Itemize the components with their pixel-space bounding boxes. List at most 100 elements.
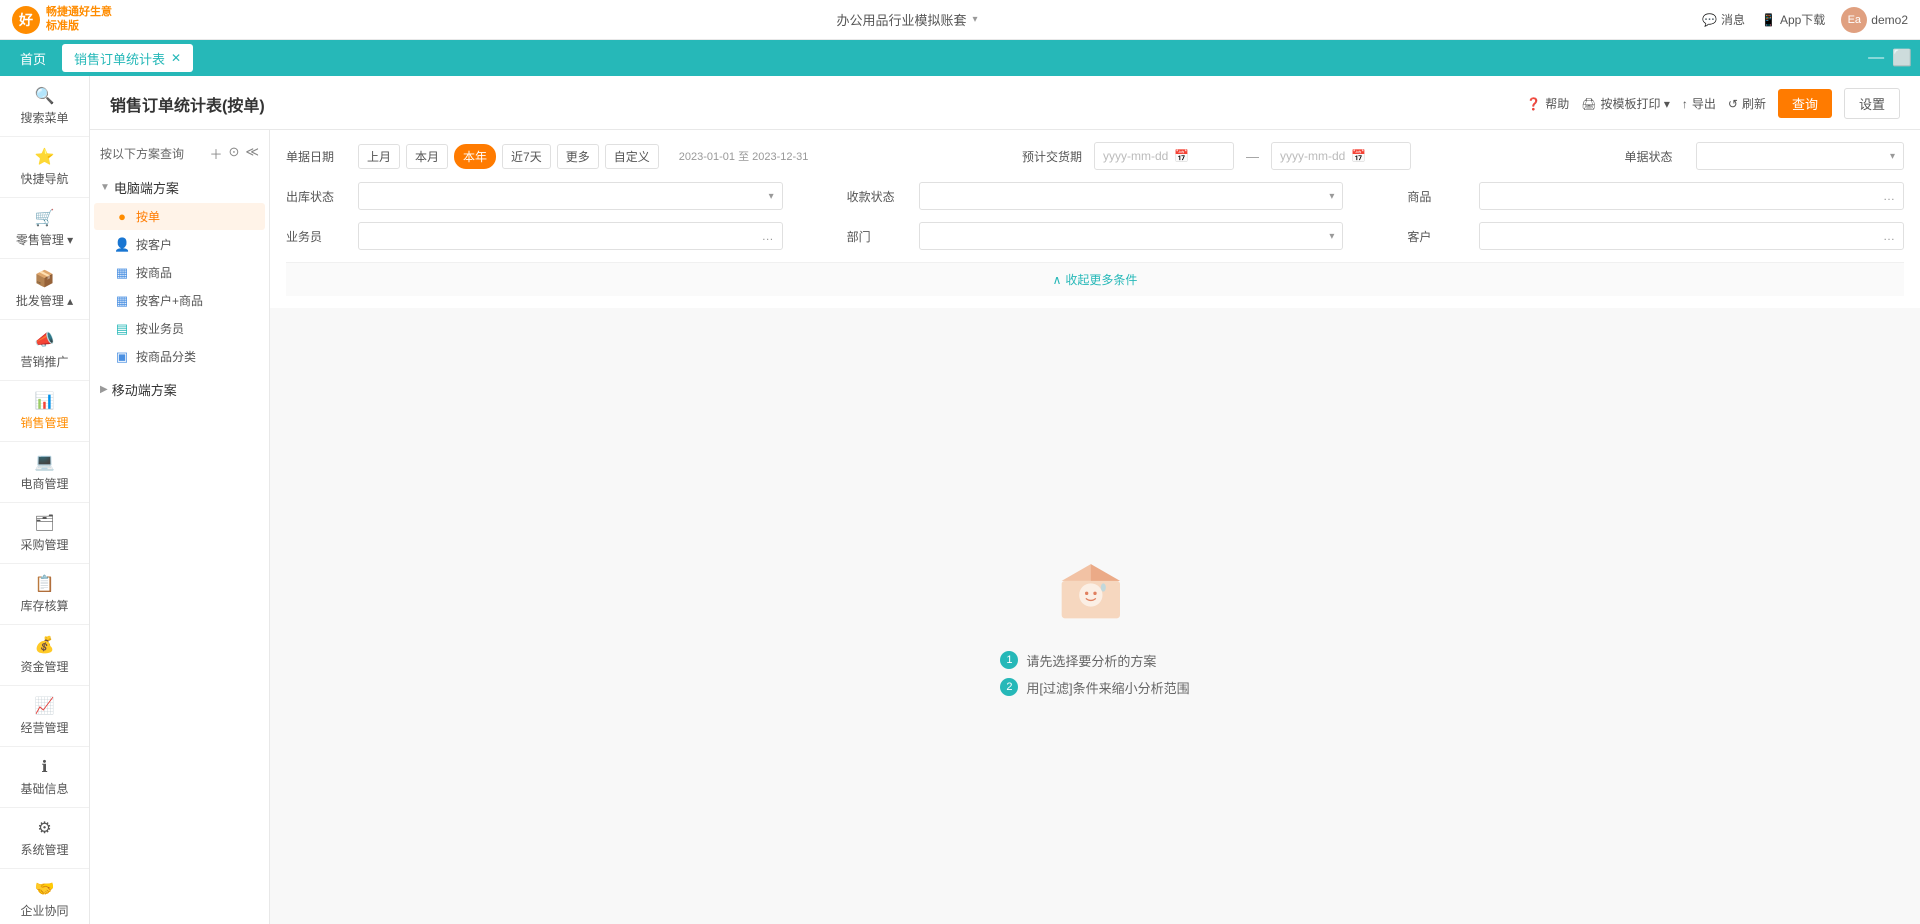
by-order-icon: ● (114, 209, 130, 224)
by-product-label: 按商品 (136, 264, 172, 281)
top-bar-right: 💬 消息 📱 App下载 Ea demo2 (1702, 7, 1908, 33)
salesperson-label: 业务员 (286, 228, 346, 245)
sidebar-item-basic-info[interactable]: ℹ 基础信息 (0, 747, 89, 808)
avatar: Ea (1841, 7, 1867, 33)
product-input[interactable]: … (1479, 182, 1904, 210)
lp-section-mobile-header[interactable]: ▶ 移动端方案 (90, 375, 269, 404)
sidebar-item-wholesale[interactable]: 📦 批发管理 ▴ (0, 259, 89, 320)
app-download-btn[interactable]: 📱 App下载 (1761, 11, 1825, 28)
sidebar-item-quick-nav[interactable]: ⭐ 快捷导航 (0, 137, 89, 198)
empty-state: 1 请先选择要分析的方案 2 用[过滤]条件来缩小分析范围 (270, 308, 1920, 924)
lp-item-by-customer-product[interactable]: ▦ 按客户+商品 (94, 287, 265, 314)
customer-input[interactable]: … (1479, 222, 1904, 250)
date-btn-more[interactable]: 更多 (557, 144, 599, 169)
sidebar-item-operations[interactable]: 📈 经营管理 (0, 686, 89, 747)
logo-area: 好 畅捷通好生意 标准版 (12, 6, 112, 34)
top-bar-center[interactable]: 办公用品行业模拟账套 ▾ (836, 10, 977, 29)
settings-btn[interactable]: 设置 (1844, 88, 1900, 119)
sidebar-item-finance[interactable]: 💰 资金管理 (0, 625, 89, 686)
query-btn[interactable]: 查询 (1778, 89, 1832, 118)
logo-text: 畅捷通好生意 标准版 (46, 6, 112, 32)
lp-item-by-order[interactable]: ● 按单 (94, 203, 265, 230)
message-btn[interactable]: 💬 消息 (1702, 11, 1745, 28)
lp-header: 按以下方案查询 ＋ ⊙ ≪ (90, 140, 269, 171)
tab-home-label: 首页 (20, 49, 46, 68)
shipment-select[interactable]: ▾ (358, 182, 783, 210)
lp-collapse-btn[interactable]: ≪ (245, 144, 259, 163)
sidebar-item-marketing[interactable]: 📣 营销推广 (0, 320, 89, 381)
lp-header-icons: ＋ ⊙ ≪ (209, 144, 259, 163)
salesperson-input[interactable]: … (358, 222, 783, 250)
filter-date-group: 上月 本月 本年 近7天 更多 自定义 (358, 144, 659, 169)
lp-settings-btn[interactable]: ⊙ (228, 144, 239, 163)
lp-add-btn[interactable]: ＋ (209, 144, 222, 163)
print-icon: 🖨 (1581, 97, 1596, 111)
lp-header-label: 按以下方案查询 (100, 145, 184, 162)
sidebar-item-inventory[interactable]: 📋 库存核算 (0, 564, 89, 625)
sidebar-item-ecommerce[interactable]: 💻 电商管理 (0, 442, 89, 503)
marketing-icon: 📣 (35, 330, 55, 350)
print-btn[interactable]: 🖨 按模板打印 ▾ (1581, 95, 1670, 112)
collapse-arrow: ∧ (1053, 273, 1062, 287)
body-layout: 按以下方案查询 ＋ ⊙ ≪ ▼ 电脑端方案 ● 按单 (90, 130, 1920, 924)
date-btn-this-year[interactable]: 本年 (454, 144, 496, 169)
tip-num-2: 2 (1000, 678, 1018, 696)
by-cp-icon: ▦ (114, 293, 130, 309)
date-btn-this-month[interactable]: 本月 (406, 144, 448, 169)
by-cp-label: 按客户+商品 (136, 292, 203, 309)
tab-bar: 首页 销售订单统计表 ✕ — ⬜ (0, 40, 1920, 76)
sidebar-item-sales[interactable]: 📊 销售管理 (0, 381, 89, 442)
lp-item-by-salesperson[interactable]: ▤ 按业务员 (94, 315, 265, 342)
status-label: 单据状态 (1624, 148, 1684, 165)
filter-area: 单据日期 上月 本月 本年 近7天 更多 自定义 2023-01-01 至 20… (270, 130, 1920, 308)
sidebar-item-system[interactable]: ⚙ 系统管理 (0, 808, 89, 869)
tab-close-icon[interactable]: ✕ (171, 52, 181, 64)
department-select[interactable]: ▾ (919, 222, 1344, 250)
lp-item-by-product[interactable]: ▦ 按商品 (94, 259, 265, 286)
product-dots: … (1883, 189, 1895, 203)
customer-label: 客户 (1407, 228, 1467, 245)
page-actions: ❓ 帮助 🖨 按模板打印 ▾ ↑ 导出 ↺ 刷新 查询 (1526, 88, 1900, 119)
tab-home[interactable]: 首页 (8, 44, 58, 72)
left-panel: 按以下方案查询 ＋ ⊙ ≪ ▼ 电脑端方案 ● 按单 (90, 130, 270, 924)
top-bar: 好 畅捷通好生意 标准版 办公用品行业模拟账套 ▾ 💬 消息 📱 App下载 E… (0, 0, 1920, 40)
tab-sales-stats[interactable]: 销售订单统计表 ✕ (62, 44, 193, 72)
status-select[interactable]: ▾ (1696, 142, 1904, 170)
collapse-bar[interactable]: ∧ 收起更多条件 (286, 262, 1904, 296)
user-area[interactable]: Ea demo2 (1841, 7, 1908, 33)
lp-section-mobile: ▶ 移动端方案 (90, 373, 269, 406)
expected-end-date[interactable]: yyyy-mm-dd 📅 (1271, 142, 1411, 170)
calendar-start-icon: 📅 (1174, 149, 1189, 163)
payment-arrow: ▾ (1329, 191, 1334, 202)
date-label: 单据日期 (286, 148, 346, 165)
empty-tip-2: 2 用[过滤]条件来缩小分析范围 (1000, 678, 1189, 697)
wholesale-icon: 📦 (35, 269, 55, 289)
basic-info-icon: ℹ (41, 757, 47, 777)
sidebar-item-search-menu[interactable]: 🔍 搜索菜单 (0, 76, 89, 137)
export-icon: ↑ (1682, 97, 1688, 111)
payment-select[interactable]: ▾ (919, 182, 1344, 210)
export-btn[interactable]: ↑ 导出 (1682, 95, 1716, 112)
date-btn-7days[interactable]: 近7天 (502, 144, 551, 169)
expected-start-date[interactable]: yyyy-mm-dd 📅 (1094, 142, 1234, 170)
lp-item-by-product-cat[interactable]: ▣ 按商品分类 (94, 343, 265, 370)
help-btn[interactable]: ❓ 帮助 (1526, 95, 1569, 112)
sales-icon: 📊 (35, 391, 55, 411)
refresh-btn[interactable]: ↺ 刷新 (1728, 95, 1766, 112)
tab-maximize-btn[interactable]: ⬜ (1892, 48, 1912, 68)
status-arrow: ▾ (1890, 151, 1895, 162)
lp-section-pc-header[interactable]: ▼ 电脑端方案 (90, 173, 269, 202)
sidebar-item-purchase[interactable]: 🗂 采购管理 (0, 503, 89, 564)
sidebar-item-retail[interactable]: 🛒 零售管理 ▾ (0, 198, 89, 259)
shipment-arrow: ▾ (769, 191, 774, 202)
date-btn-last-month[interactable]: 上月 (358, 144, 400, 169)
sidebar-item-collab[interactable]: 🤝 企业协同 (0, 869, 89, 924)
date-btn-custom[interactable]: 自定义 (605, 144, 659, 169)
filter-row-date: 单据日期 上月 本月 本年 近7天 更多 自定义 2023-01-01 至 20… (286, 142, 1904, 170)
lp-item-by-customer[interactable]: 👤 按客户 (94, 231, 265, 258)
app-title: 办公用品行业模拟账套 (836, 10, 966, 29)
tip-num-1: 1 (1000, 651, 1018, 669)
empty-tip-1: 1 请先选择要分析的方案 (1000, 651, 1189, 670)
tab-minimize-btn[interactable]: — (1868, 48, 1884, 68)
app-title-dropdown[interactable]: ▾ (973, 14, 978, 25)
